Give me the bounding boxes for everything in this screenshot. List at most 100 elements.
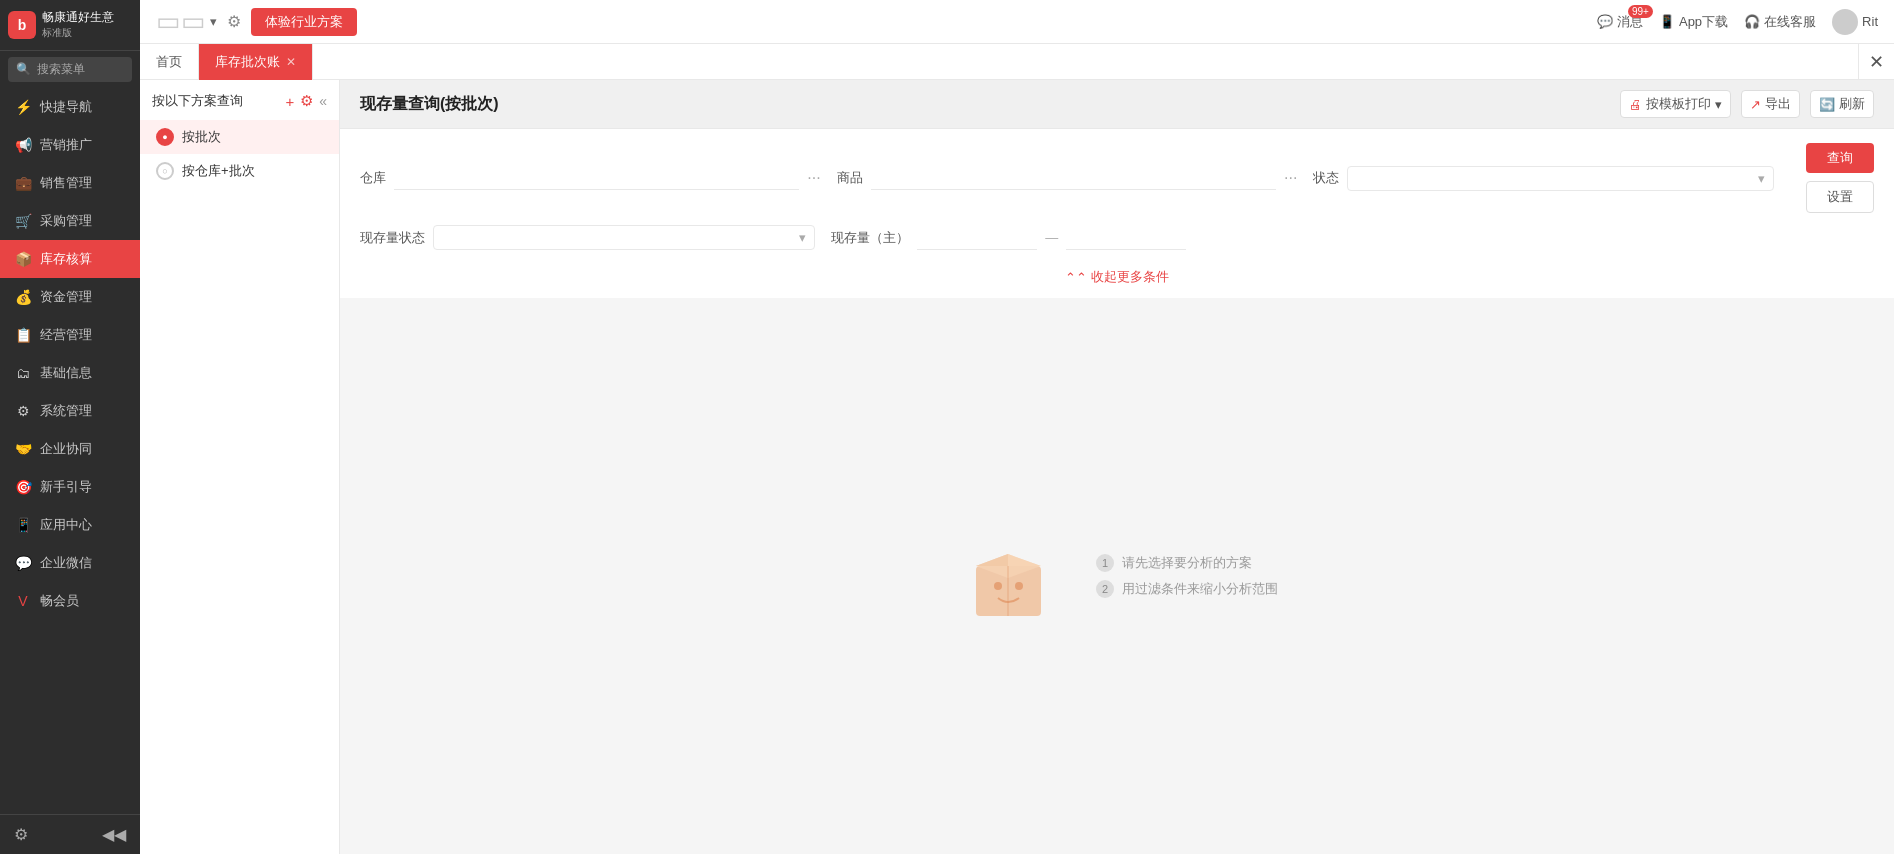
tip-2-text: 用过滤条件来缩小分析范围: [1122, 580, 1278, 598]
page-actions: 🖨 按模板打印 ▾ ↗ 导出 🔄 刷新: [1620, 90, 1874, 118]
search-icon: 🔍: [16, 62, 31, 76]
chevron-down-icon: ▾: [210, 14, 217, 29]
settings-button[interactable]: 设置: [1806, 181, 1874, 213]
sidebar-item-enterprise[interactable]: 🤝 企业协同: [0, 430, 140, 468]
status-field: 状态 ▾: [1313, 166, 1774, 191]
topbar-dropdown[interactable]: ▭▭ ▾: [156, 6, 217, 37]
sidebar-item-label: 快捷导航: [40, 98, 92, 116]
tip-2-num: 2: [1096, 580, 1114, 598]
app-logo: b: [8, 11, 36, 39]
stock-status-field: 现存量状态 ▾: [360, 225, 815, 250]
sidebar-item-label: 企业微信: [40, 554, 92, 572]
left-panel-actions: + ⚙ «: [285, 92, 327, 110]
sidebar-item-member[interactable]: V 畅会员: [0, 582, 140, 620]
product-label: 商品: [837, 169, 863, 187]
warehouse-field: 仓库 ···: [360, 166, 821, 190]
collapse-panel-icon[interactable]: «: [319, 93, 327, 109]
page-title: 现存量查询(按批次): [360, 94, 499, 115]
export-btn[interactable]: ↗ 导出: [1741, 90, 1800, 118]
action-buttons: 查询 设置: [1806, 143, 1874, 213]
tab-close-icon[interactable]: ✕: [286, 55, 296, 69]
refresh-label: 刷新: [1839, 95, 1865, 113]
user-avatar-area[interactable]: Rit: [1832, 9, 1878, 35]
sidebar-item-finance[interactable]: 💰 资金管理: [0, 278, 140, 316]
tip-1-text: 请先选择要分析的方案: [1122, 554, 1252, 572]
topbar: ▭▭ ▾ ⚙ 体验行业方案 💬 消息 99+ 📱 App下载 🎧 在线客服: [140, 0, 1894, 44]
sidebar-item-apps[interactable]: 📱 应用中心: [0, 506, 140, 544]
add-scheme-icon[interactable]: +: [285, 93, 294, 110]
purchase-icon: 🛒: [14, 212, 32, 230]
sidebar-item-system[interactable]: ⚙ 系统管理: [0, 392, 140, 430]
stock-qty-from-input[interactable]: [917, 226, 1037, 250]
tab-home[interactable]: 首页: [140, 44, 199, 80]
sidebar-item-label: 新手引导: [40, 478, 92, 496]
scheme-item-warehouse-batch[interactable]: ○ 按仓库+批次: [140, 154, 339, 188]
sidebar-nav: ⚡ 快捷导航 📢 营销推广 💼 销售管理 🛒 采购管理 📦 库存核算 💰 资金管…: [0, 88, 140, 814]
tabs-close-btn[interactable]: ✕: [1858, 44, 1894, 80]
sidebar-item-operation[interactable]: 📋 经营管理: [0, 316, 140, 354]
online-service-btn[interactable]: 🎧 在线客服: [1744, 13, 1816, 31]
collapse-btn[interactable]: ⌃⌃ 收起更多条件: [360, 262, 1874, 292]
sidebar-item-label: 系统管理: [40, 402, 92, 420]
stock-qty-dash: —: [1045, 230, 1058, 245]
marketing-icon: 📢: [14, 136, 32, 154]
export-icon: ↗: [1750, 97, 1761, 112]
trial-btn[interactable]: 体验行业方案: [251, 8, 357, 36]
sidebar-item-label: 畅会员: [40, 592, 79, 610]
status-select[interactable]: ▾: [1347, 166, 1774, 191]
sidebar-item-label: 库存核算: [40, 250, 92, 268]
search-menu[interactable]: 🔍 搜索菜单: [8, 57, 132, 82]
footer-settings-icon[interactable]: ⚙: [14, 825, 28, 844]
footer-collapse-icon[interactable]: ◀◀: [102, 825, 126, 844]
topbar-settings-icon[interactable]: ⚙: [227, 12, 241, 31]
refresh-btn[interactable]: 🔄 刷新: [1810, 90, 1874, 118]
sidebar-item-label: 经营管理: [40, 326, 92, 344]
sidebar-item-label: 企业协同: [40, 440, 92, 458]
scheme-item-batch[interactable]: ● 按批次: [140, 120, 339, 154]
empty-box-svg: [961, 526, 1061, 626]
content-area: 按以下方案查询 + ⚙ « ● 按批次 ○ 按仓库+批次 现存量查询(按批次): [140, 80, 1894, 854]
search-menu-label: 搜索菜单: [37, 61, 85, 78]
inventory-icon: 📦: [14, 250, 32, 268]
filter-row-1: 仓库 ··· 商品 ··· 状态 ▾: [360, 143, 1874, 213]
collapse-label: 收起更多条件: [1091, 268, 1169, 286]
empty-tips: 1 请先选择要分析的方案 2 用过滤条件来缩小分析范围: [1096, 554, 1278, 598]
app-name: 畅康通好生意: [42, 10, 114, 26]
sidebar-item-guide[interactable]: 🎯 新手引导: [0, 468, 140, 506]
sidebar-item-purchase[interactable]: 🛒 采购管理: [0, 202, 140, 240]
sidebar-item-basic[interactable]: 🗂 基础信息: [0, 354, 140, 392]
product-more-icon[interactable]: ···: [1284, 169, 1297, 187]
message-icon: 💬: [1597, 14, 1613, 29]
stock-qty-to-input[interactable]: [1066, 226, 1186, 250]
warehouse-more-icon[interactable]: ···: [807, 169, 820, 187]
tab-batch-account[interactable]: 库存批次账 ✕: [199, 44, 313, 80]
sidebar-item-shortcut[interactable]: ⚡ 快捷导航: [0, 88, 140, 126]
sidebar-item-label: 营销推广: [40, 136, 92, 154]
print-chevron-icon[interactable]: ▾: [1715, 97, 1722, 112]
page-header: 现存量查询(按批次) 🖨 按模板打印 ▾ ↗ 导出 🔄 刷新: [340, 80, 1894, 129]
sidebar-item-sales[interactable]: 💼 销售管理: [0, 164, 140, 202]
finance-icon: 💰: [14, 288, 32, 306]
sidebar-item-wechat[interactable]: 💬 企业微信: [0, 544, 140, 582]
scheme-batch-label: 按批次: [182, 128, 221, 146]
messages-btn[interactable]: 💬 消息 99+: [1597, 13, 1643, 31]
print-btn[interactable]: 🖨 按模板打印 ▾: [1620, 90, 1731, 118]
empty-tip-1: 1 请先选择要分析的方案: [1096, 554, 1278, 572]
empty-content: 1 请先选择要分析的方案 2 用过滤条件来缩小分析范围: [956, 521, 1278, 631]
export-label: 导出: [1765, 95, 1791, 113]
basic-icon: 🗂: [14, 364, 32, 382]
left-panel-header: 按以下方案查询 + ⚙ «: [140, 92, 339, 120]
refresh-icon: 🔄: [1819, 97, 1835, 112]
settings-scheme-icon[interactable]: ⚙: [300, 92, 313, 110]
warehouse-label: 仓库: [360, 169, 386, 187]
app-download-btn[interactable]: 📱 App下载: [1659, 13, 1728, 31]
stock-qty-field: 现存量（主） —: [831, 226, 1286, 250]
scheme-active-icon: ●: [156, 128, 174, 146]
query-button[interactable]: 查询: [1806, 143, 1874, 173]
product-input[interactable]: [871, 166, 1276, 190]
stock-status-label: 现存量状态: [360, 229, 425, 247]
sidebar-item-inventory[interactable]: 📦 库存核算: [0, 240, 140, 278]
stock-status-select[interactable]: ▾: [433, 225, 815, 250]
sidebar-item-marketing[interactable]: 📢 营销推广: [0, 126, 140, 164]
warehouse-input[interactable]: [394, 166, 799, 190]
